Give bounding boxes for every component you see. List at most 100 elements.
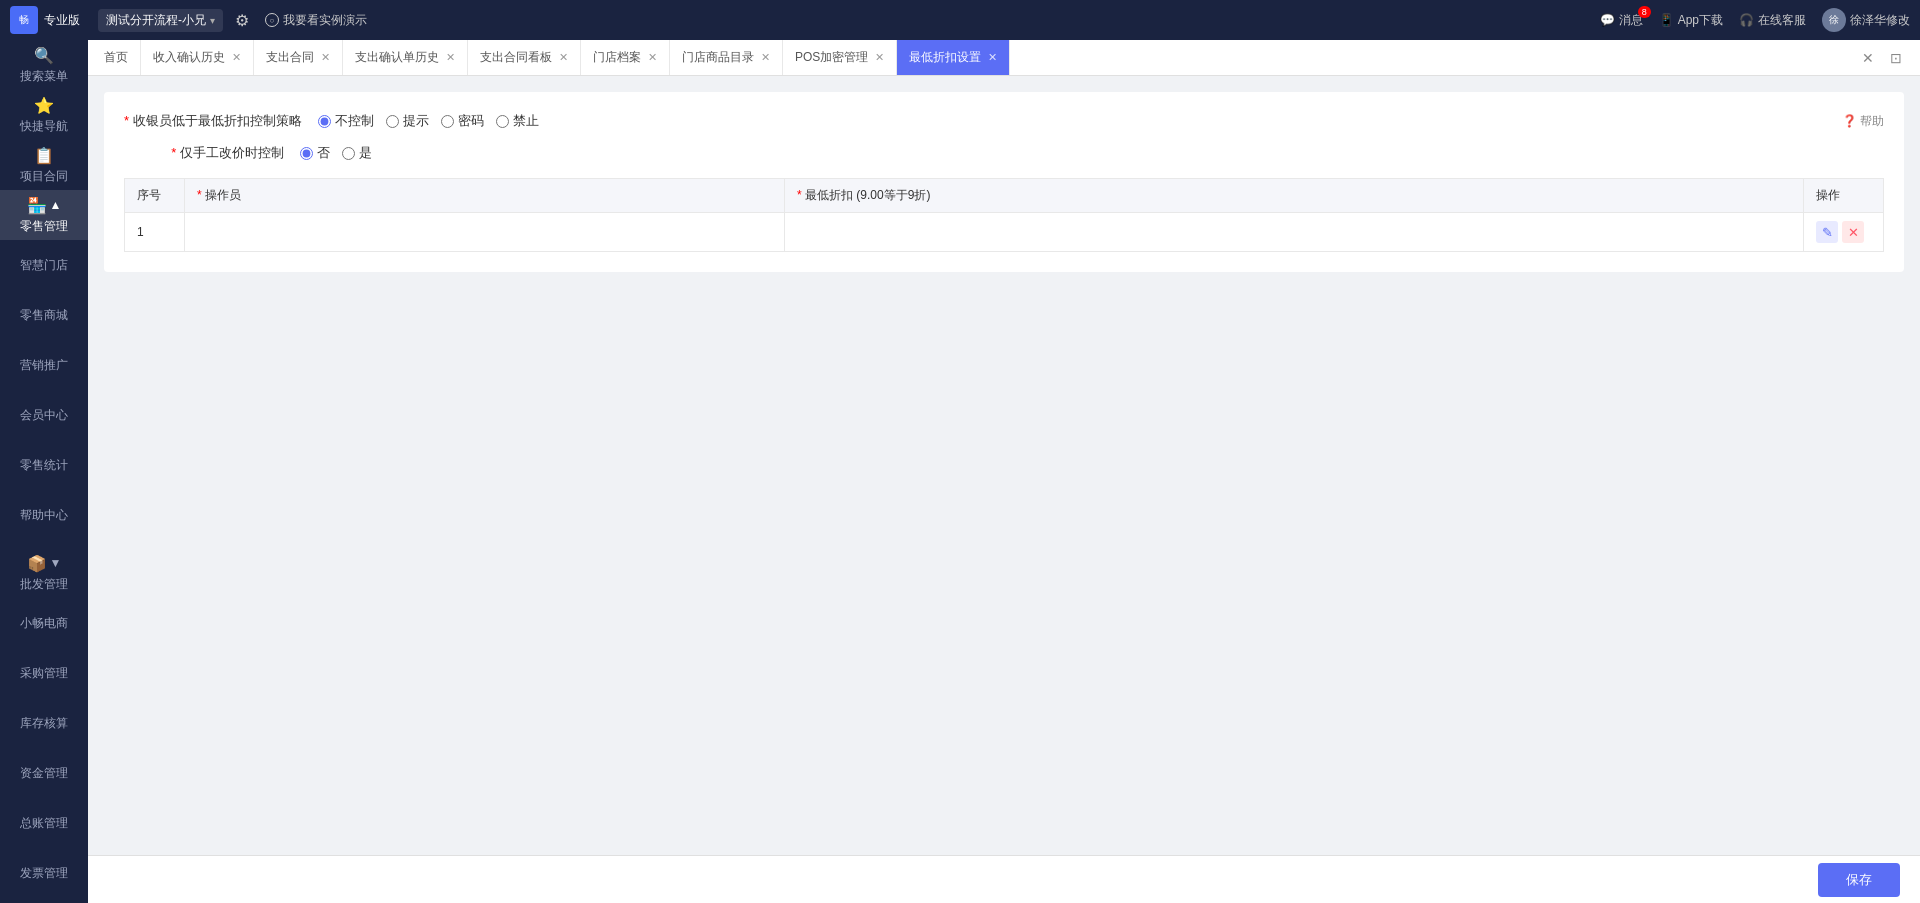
- sidebar-item-general-ledger[interactable]: 总账管理: [0, 798, 88, 848]
- radio-password-input[interactable]: [441, 115, 454, 128]
- app-download-button[interactable]: 📱 App下载: [1659, 12, 1723, 29]
- page-footer: 保存: [88, 855, 1920, 903]
- project-selector[interactable]: 测试分开流程-小兄 ▾: [98, 9, 223, 32]
- tab-store-catalog[interactable]: 门店商品目录 ✕: [670, 40, 783, 76]
- close-icon[interactable]: ✕: [232, 51, 241, 64]
- chevron-down-icon: ▼: [50, 556, 62, 570]
- tab-home[interactable]: 首页: [92, 40, 141, 76]
- sidebar-item-marketing[interactable]: 营销推广: [0, 340, 88, 390]
- close-icon[interactable]: ✕: [988, 51, 997, 64]
- sidebar-item-search[interactable]: 🔍 搜索菜单: [0, 40, 88, 90]
- close-icon[interactable]: ✕: [321, 51, 330, 64]
- sidebar-item-purchase[interactable]: 采购管理: [0, 648, 88, 698]
- retail-icon: 🏪: [27, 196, 47, 215]
- radio-no-input[interactable]: [300, 147, 313, 160]
- sidebar-item-help[interactable]: 帮助中心: [0, 490, 88, 540]
- radio-no[interactable]: 否: [300, 144, 330, 162]
- col-seq: 序号: [125, 179, 185, 213]
- question-icon: ❓: [1842, 114, 1857, 128]
- main-layout: 🔍 搜索菜单 ⭐ 快捷导航 📋 项目合同 🏪 ▲ 零售管理 智慧门店 零售商城 …: [0, 40, 1920, 903]
- sidebar-item-label: 会员中心: [20, 407, 68, 424]
- close-icon[interactable]: ✕: [761, 51, 770, 64]
- sidebar-item-ecommerce[interactable]: 小畅电商: [0, 598, 88, 648]
- close-icon[interactable]: ✕: [446, 51, 455, 64]
- tab-min-discount[interactable]: 最低折扣设置 ✕: [897, 40, 1010, 76]
- search-icon: 🔍: [34, 46, 54, 65]
- sidebar-item-retail-mall[interactable]: 零售商城: [0, 290, 88, 340]
- radio-password[interactable]: 密码: [441, 112, 484, 130]
- close-icon[interactable]: ✕: [875, 51, 884, 64]
- sidebar-item-tax[interactable]: 税务管理: [0, 898, 88, 903]
- sidebar-item-label: 智慧门店: [20, 257, 68, 274]
- form-section: 收银员低于最低折扣控制策略 不控制 提示: [124, 112, 1884, 162]
- tabbar: 首页 收入确认历史 ✕ 支出合同 ✕ 支出确认单历史 ✕ 支出合同看板 ✕ 门店…: [88, 40, 1920, 76]
- sidebar-item-member[interactable]: 会员中心: [0, 390, 88, 440]
- sidebar-item-finance[interactable]: 资金管理: [0, 748, 88, 798]
- demo-icon: ○: [265, 13, 279, 27]
- sidebar-item-shortcuts[interactable]: ⭐ 快捷导航: [0, 90, 88, 140]
- tab-expense-board[interactable]: 支出合同看板 ✕: [468, 40, 581, 76]
- col-actions: 操作: [1804, 179, 1884, 213]
- tab-label: 支出合同看板: [480, 49, 552, 66]
- delete-button[interactable]: ✕: [1842, 221, 1864, 243]
- cell-min-discount: [785, 213, 1804, 252]
- tab-pos-encryption[interactable]: POS加密管理 ✕: [783, 40, 897, 76]
- radio-forbid-input[interactable]: [496, 115, 509, 128]
- radio-forbid-label: 禁止: [513, 112, 539, 130]
- sidebar-item-label: 搜索菜单: [20, 68, 68, 85]
- wholesale-icon: 📦: [27, 554, 47, 573]
- demo-label: 我要看实例演示: [283, 12, 367, 29]
- radio-yes-label: 是: [359, 144, 372, 162]
- sidebar-item-invoice[interactable]: 发票管理: [0, 848, 88, 898]
- col-operator: 操作员: [185, 179, 785, 213]
- sidebar-item-retail-stats[interactable]: 零售统计: [0, 440, 88, 490]
- close-tab-button[interactable]: ✕: [1856, 48, 1880, 68]
- topbar: 畅 专业版 测试分开流程-小兄 ▾ ⚙ ○ 我要看实例演示 💬 消息 8 📱 A…: [0, 0, 1920, 40]
- radio-forbid[interactable]: 禁止: [496, 112, 539, 130]
- project-name: 测试分开流程-小兄: [106, 12, 206, 29]
- logo: 畅 专业版: [10, 6, 90, 34]
- maximize-tab-button[interactable]: ⊡: [1884, 48, 1908, 68]
- cell-operator: [185, 213, 785, 252]
- save-button[interactable]: 保存: [1818, 863, 1900, 897]
- close-icon[interactable]: ✕: [559, 51, 568, 64]
- online-service-button[interactable]: 🎧 在线客服: [1739, 12, 1806, 29]
- help-label: 帮助: [1860, 113, 1884, 130]
- sidebar-item-label: 库存核算: [20, 715, 68, 732]
- discount-table: 序号 操作员 最低折扣 (9.00等于9折) 操作 1: [124, 178, 1884, 252]
- tab-income-history[interactable]: 收入确认历史 ✕: [141, 40, 254, 76]
- sidebar-item-smart-store[interactable]: 智慧门店: [0, 240, 88, 290]
- tab-label: 支出合同: [266, 49, 314, 66]
- tab-expense-confirm-history[interactable]: 支出确认单历史 ✕: [343, 40, 468, 76]
- message-button[interactable]: 💬 消息 8: [1600, 12, 1643, 29]
- radio-group-strategy: 不控制 提示 密码 禁: [318, 112, 539, 130]
- tab-expense-contract[interactable]: 支出合同 ✕: [254, 40, 343, 76]
- user-menu[interactable]: 徐 徐泽华修改: [1822, 8, 1910, 32]
- message-icon: 💬: [1600, 13, 1615, 27]
- radio-prompt-input[interactable]: [386, 115, 399, 128]
- sidebar-item-contract[interactable]: 📋 项目合同: [0, 140, 88, 190]
- sidebar-item-wholesale[interactable]: 📦 ▼ 批发管理: [0, 548, 88, 598]
- radio-yes[interactable]: 是: [342, 144, 372, 162]
- radio-no-control-label: 不控制: [335, 112, 374, 130]
- tab-label: 门店商品目录: [682, 49, 754, 66]
- headset-icon: 🎧: [1739, 13, 1754, 27]
- radio-no-control-input[interactable]: [318, 115, 331, 128]
- tab-store-archive[interactable]: 门店档案 ✕: [581, 40, 670, 76]
- radio-no-control[interactable]: 不控制: [318, 112, 374, 130]
- sidebar-item-inventory[interactable]: 库存核算: [0, 698, 88, 748]
- cell-actions: ✎ ✕: [1804, 213, 1884, 252]
- radio-yes-input[interactable]: [342, 147, 355, 160]
- demo-button[interactable]: ○ 我要看实例演示: [265, 12, 367, 29]
- settings-icon[interactable]: ⚙: [235, 11, 249, 30]
- col-min-discount: 最低折扣 (9.00等于9折): [785, 179, 1804, 213]
- help-link[interactable]: ❓ 帮助: [1842, 113, 1884, 130]
- close-icon[interactable]: ✕: [648, 51, 657, 64]
- radio-prompt[interactable]: 提示: [386, 112, 429, 130]
- sidebar-item-retail[interactable]: 🏪 ▲ 零售管理: [0, 190, 88, 240]
- edit-button[interactable]: ✎: [1816, 221, 1838, 243]
- sidebar-item-label: 零售统计: [20, 457, 68, 474]
- contract-icon: 📋: [34, 146, 54, 165]
- sidebar: 🔍 搜索菜单 ⭐ 快捷导航 📋 项目合同 🏪 ▲ 零售管理 智慧门店 零售商城 …: [0, 40, 88, 903]
- logo-icon: 畅: [10, 6, 38, 34]
